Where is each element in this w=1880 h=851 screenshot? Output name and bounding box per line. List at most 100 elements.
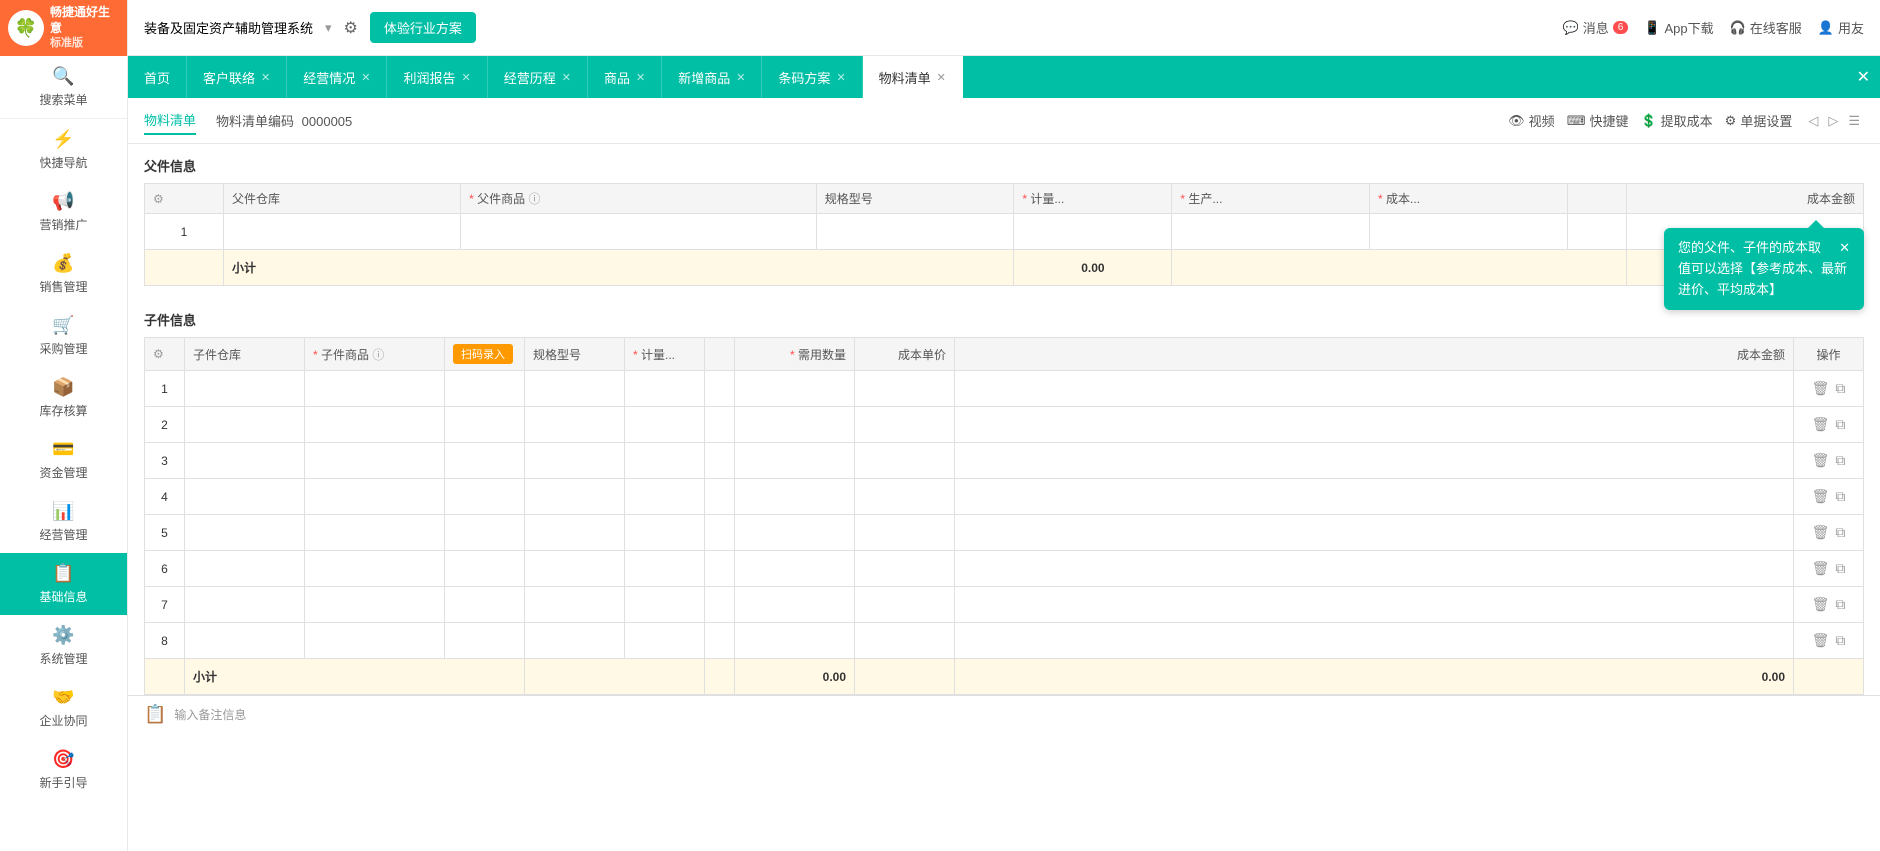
message-btn[interactable]: 💬 消息 6 [1563, 18, 1629, 37]
trial-btn[interactable]: 体验行业方案 [370, 12, 476, 43]
child-row-3-sort[interactable] [705, 443, 735, 479]
sidebar-item-quick-nav[interactable]: ⚡ 快捷导航 [0, 119, 127, 181]
child-row-2-unit-cost[interactable] [855, 407, 955, 443]
child-row-4-product[interactable] [305, 479, 445, 515]
child-row-5-qty[interactable] [735, 515, 855, 551]
cost-action[interactable]: 💲 提取成本 [1640, 111, 1712, 130]
child-row-7-cost-amount[interactable] [955, 587, 1794, 623]
sidebar-item-enterprise[interactable]: 🤝 企业协同 [0, 677, 127, 739]
child-row-6-sort[interactable] [705, 551, 735, 587]
child-row-7-spec[interactable] [525, 587, 625, 623]
tab-operations[interactable]: 经营情况 ✕ [287, 56, 387, 98]
copy-row-1-icon[interactable]: ⧉ [1835, 380, 1845, 397]
parent-gear-icon[interactable]: ⚙ [153, 192, 164, 206]
online-service-btn[interactable]: 🎧 在线客服 [1730, 18, 1802, 37]
sidebar-item-inventory[interactable]: 📦 库存核算 [0, 367, 127, 429]
child-row-1-unit-cost[interactable] [855, 371, 955, 407]
child-row-6-spec[interactable] [525, 551, 625, 587]
parent-product-info-icon[interactable]: ⓘ [528, 192, 540, 206]
child-gear-icon[interactable]: ⚙ [153, 347, 164, 361]
child-row-2-cost-amount[interactable] [955, 407, 1794, 443]
child-row-4-sort[interactable] [705, 479, 735, 515]
child-row-1-unit[interactable] [625, 371, 705, 407]
child-row-1-sort[interactable] [705, 371, 735, 407]
child-row-5-warehouse[interactable] [185, 515, 305, 551]
tab-bom[interactable]: 物料清单 ✕ [863, 56, 963, 98]
close-profit-icon[interactable]: ✕ [462, 71, 471, 84]
parent-row-1-cost[interactable] [1369, 214, 1567, 250]
child-row-3-qty[interactable] [735, 443, 855, 479]
tab-profit[interactable]: 利润报告 ✕ [387, 56, 487, 98]
child-row-3-cost-amount[interactable] [955, 443, 1794, 479]
delete-row-4-icon[interactable]: 🗑 [1812, 488, 1830, 505]
child-row-2-qty[interactable] [735, 407, 855, 443]
shortcut-action[interactable]: ⌨ 快捷键 [1567, 111, 1629, 130]
tab-barcode[interactable]: 条码方案 ✕ [762, 56, 862, 98]
sidebar-item-finance[interactable]: 💳 资金管理 [0, 429, 127, 491]
dropdown-arrow[interactable]: ▾ [325, 20, 332, 36]
copy-row-2-icon[interactable]: ⧉ [1835, 416, 1845, 433]
child-row-6-unit-cost[interactable] [855, 551, 955, 587]
child-row-5-cost-amount[interactable] [955, 515, 1794, 551]
copy-row-7-icon[interactable]: ⧉ [1835, 596, 1845, 613]
child-row-7-sort[interactable] [705, 587, 735, 623]
close-new-goods-icon[interactable]: ✕ [736, 71, 745, 84]
close-all-tabs[interactable]: ✕ [1847, 67, 1880, 87]
child-row-8-product[interactable] [305, 623, 445, 659]
child-row-4-spec[interactable] [525, 479, 625, 515]
parent-row-1-unit[interactable] [1014, 214, 1172, 250]
child-row-6-cost-amount[interactable] [955, 551, 1794, 587]
child-row-4-unit[interactable] [625, 479, 705, 515]
delete-row-6-icon[interactable]: 🗑 [1812, 560, 1830, 577]
child-row-2-unit[interactable] [625, 407, 705, 443]
sidebar-item-purchase[interactable]: 🛒 采购管理 [0, 305, 127, 367]
close-bom-icon[interactable]: ✕ [937, 71, 946, 84]
child-row-7-unit[interactable] [625, 587, 705, 623]
child-row-1-warehouse[interactable] [185, 371, 305, 407]
child-row-8-cost-amount[interactable] [955, 623, 1794, 659]
scan-input-btn[interactable]: 扫码录入 [453, 344, 513, 364]
sidebar-item-system[interactable]: ⚙️ 系统管理 [0, 615, 127, 677]
sub-tab-bom-code[interactable]: 物料清单编码 0000005 [216, 107, 352, 134]
tab-home[interactable]: 首页 [128, 56, 187, 98]
menu-icon[interactable]: ☰ [1844, 111, 1864, 131]
child-row-2-spec[interactable] [525, 407, 625, 443]
child-row-4-warehouse[interactable] [185, 479, 305, 515]
sidebar-item-guide[interactable]: 🎯 新手引导 [0, 739, 127, 801]
child-row-7-qty[interactable] [735, 587, 855, 623]
child-row-5-spec[interactable] [525, 515, 625, 551]
parent-row-1-warehouse[interactable] [224, 214, 461, 250]
settings-action[interactable]: ⚙ 单据设置 [1725, 111, 1793, 130]
delete-row-8-icon[interactable]: 🗑 [1812, 632, 1830, 649]
child-row-6-product[interactable] [305, 551, 445, 587]
child-row-6-warehouse[interactable] [185, 551, 305, 587]
tooltip-close-btn[interactable]: ✕ [1839, 238, 1850, 259]
copy-row-4-icon[interactable]: ⧉ [1835, 488, 1845, 505]
child-row-1-spec[interactable] [525, 371, 625, 407]
child-row-8-spec[interactable] [525, 623, 625, 659]
child-row-8-sort[interactable] [705, 623, 735, 659]
child-row-5-unit[interactable] [625, 515, 705, 551]
parent-row-1-production[interactable] [1172, 214, 1370, 250]
child-row-8-unit-cost[interactable] [855, 623, 955, 659]
child-row-4-unit-cost[interactable] [855, 479, 955, 515]
sub-tab-bom-list[interactable]: 物料清单 [144, 106, 196, 135]
parent-row-1-spec[interactable] [816, 214, 1014, 250]
child-row-2-warehouse[interactable] [185, 407, 305, 443]
tab-customers[interactable]: 客户联络 ✕ [187, 56, 287, 98]
child-row-6-qty[interactable] [735, 551, 855, 587]
copy-row-8-icon[interactable]: ⧉ [1835, 632, 1845, 649]
child-row-7-warehouse[interactable] [185, 587, 305, 623]
close-barcode-icon[interactable]: ✕ [836, 71, 845, 84]
tab-goods[interactable]: 商品 ✕ [588, 56, 662, 98]
user-menu[interactable]: 👤 用友 [1818, 18, 1864, 37]
sidebar-item-search[interactable]: 🔍 搜索菜单 [0, 56, 127, 119]
child-row-1-product[interactable] [305, 371, 445, 407]
child-row-2-product[interactable] [305, 407, 445, 443]
child-row-3-unit-cost[interactable] [855, 443, 955, 479]
copy-row-5-icon[interactable]: ⧉ [1835, 524, 1845, 541]
child-row-7-unit-cost[interactable] [855, 587, 955, 623]
child-row-3-unit[interactable] [625, 443, 705, 479]
child-row-5-sort[interactable] [705, 515, 735, 551]
child-row-5-unit-cost[interactable] [855, 515, 955, 551]
